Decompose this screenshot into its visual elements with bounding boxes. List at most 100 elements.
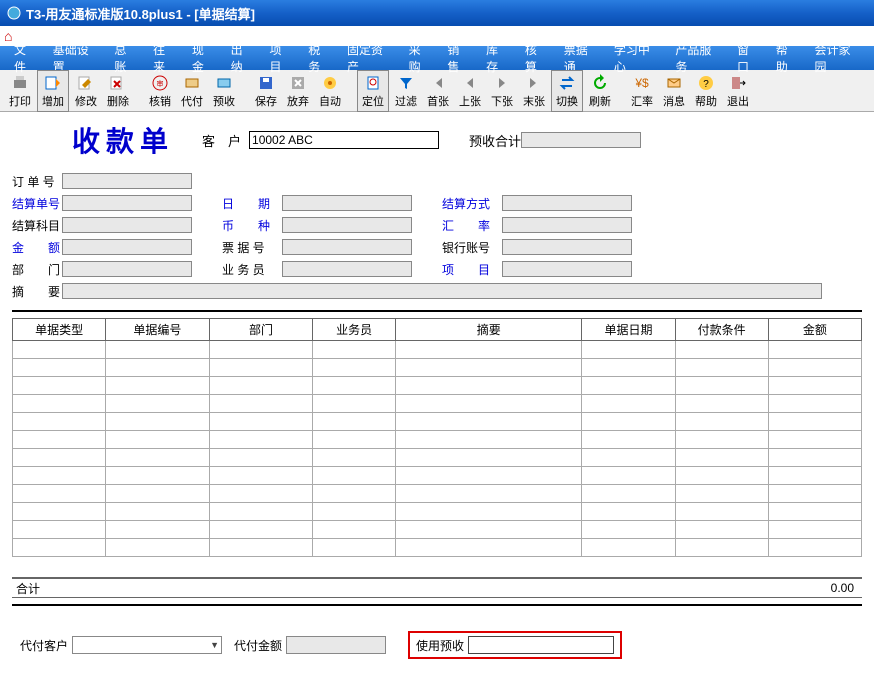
tb-help[interactable]: ?帮助 <box>691 71 721 111</box>
col-date[interactable]: 单据日期 <box>582 319 675 341</box>
svg-text:¥$: ¥$ <box>634 76 649 90</box>
lbl-bank-acct: 银行账号 <box>442 239 502 256</box>
data-table-wrap: 单据类型 单据编号 部门 业务员 摘要 单据日期 付款条件 金额 <box>12 318 862 578</box>
toolbar: 打印 增加 修改 删除 审核销 代付 预收 保存 放弃 自动 定位 过滤 首张 … <box>0 70 874 112</box>
tb-filter[interactable]: 过滤 <box>391 71 421 111</box>
prepay-total-input[interactable] <box>521 132 641 148</box>
prepay-total-label: 预收合计 <box>469 131 521 150</box>
table-row[interactable] <box>13 539 862 557</box>
tb-switch[interactable]: 切换 <box>551 70 583 112</box>
divider-2 <box>12 604 862 606</box>
lbl-settle-no: 结算单号 <box>12 195 62 212</box>
inp-operator[interactable] <box>282 261 412 277</box>
lbl-operator: 业 务 员 <box>222 261 282 278</box>
divider <box>12 310 862 312</box>
menu-home[interactable]: 会计家园 <box>807 39 869 77</box>
table-row[interactable] <box>13 341 862 359</box>
lbl-proxy-amt: 代付金额 <box>234 637 282 654</box>
total-label: 合计 <box>12 580 52 597</box>
table-row[interactable] <box>13 485 862 503</box>
lbl-settle-method: 结算方式 <box>442 195 502 212</box>
tb-delete[interactable]: 删除 <box>103 71 133 111</box>
inp-bill-no[interactable] <box>282 239 412 255</box>
col-operator[interactable]: 业务员 <box>313 319 396 341</box>
total-value: 0.00 <box>831 581 862 595</box>
table-row[interactable] <box>13 359 862 377</box>
table-body[interactable] <box>13 341 862 557</box>
table-row[interactable] <box>13 503 862 521</box>
menu-help[interactable]: 帮助 <box>768 39 807 77</box>
tb-msg[interactable]: 消息 <box>659 71 689 111</box>
inp-amount[interactable] <box>62 239 192 255</box>
tb-add[interactable]: 增加 <box>37 70 69 112</box>
tb-edit[interactable]: 修改 <box>71 71 101 111</box>
tb-first[interactable]: 首张 <box>423 71 453 111</box>
col-abstract[interactable]: 摘要 <box>396 319 582 341</box>
inp-abstract[interactable] <box>62 283 822 299</box>
inp-rate[interactable] <box>502 217 632 233</box>
svg-text:审: 审 <box>157 79 164 88</box>
svg-text:?: ? <box>703 79 709 90</box>
table-row[interactable] <box>13 377 862 395</box>
inp-project[interactable] <box>502 261 632 277</box>
tb-rate[interactable]: ¥$汇率 <box>627 71 657 111</box>
footer-row: 代付客户 ▼ 代付金额 使用预收 <box>12 632 862 658</box>
inp-settle-subj[interactable] <box>62 217 192 233</box>
lbl-use-prepay: 使用预收 <box>416 637 464 654</box>
data-table[interactable]: 单据类型 单据编号 部门 业务员 摘要 单据日期 付款条件 金额 <box>12 318 862 557</box>
lbl-proxy-cust: 代付客户 <box>20 637 68 654</box>
tb-discard[interactable]: 放弃 <box>283 71 313 111</box>
inp-use-prepay[interactable] <box>468 636 614 654</box>
total-row: 合计 0.00 <box>12 578 862 598</box>
tb-save[interactable]: 保存 <box>251 71 281 111</box>
inp-currency[interactable] <box>282 217 412 233</box>
lbl-date: 日 期 <box>222 195 282 212</box>
lbl-project: 项 目 <box>442 261 502 278</box>
col-type[interactable]: 单据类型 <box>13 319 106 341</box>
tb-prepay[interactable]: 预收 <box>209 71 239 111</box>
tb-exit[interactable]: 退出 <box>723 71 753 111</box>
col-dept[interactable]: 部门 <box>209 319 313 341</box>
lbl-bill-no: 票 据 号 <box>222 239 282 256</box>
col-payterm[interactable]: 付款条件 <box>675 319 768 341</box>
sel-proxy-cust[interactable]: ▼ <box>72 636 222 654</box>
highlight-box: 使用预收 <box>408 631 622 659</box>
tb-locate[interactable]: 定位 <box>357 70 389 112</box>
tb-last[interactable]: 末张 <box>519 71 549 111</box>
doc-header: 收款单 客 户 预收合计 <box>12 120 862 160</box>
window-title: T3-用友通标准版10.8plus1 - [单据结算] <box>26 4 255 23</box>
tb-verify[interactable]: 审核销 <box>145 71 175 111</box>
col-amount[interactable]: 金额 <box>768 319 861 341</box>
menubar: 文件 基础设置 总账 往来 现金 出纳 项目 税务 固定资产 采购 销售 库存 … <box>0 46 874 70</box>
inp-date[interactable] <box>282 195 412 211</box>
tb-print[interactable]: 打印 <box>5 71 35 111</box>
app-icon <box>6 5 22 21</box>
table-row[interactable] <box>13 413 862 431</box>
lbl-amount: 金 额 <box>12 239 62 256</box>
tb-prev[interactable]: 上张 <box>455 71 485 111</box>
table-row[interactable] <box>13 467 862 485</box>
titlebar: T3-用友通标准版10.8plus1 - [单据结算] <box>0 0 874 26</box>
tb-refresh[interactable]: 刷新 <box>585 71 615 111</box>
tb-next[interactable]: 下张 <box>487 71 517 111</box>
inp-settle-no[interactable] <box>62 195 192 211</box>
inp-settle-method[interactable] <box>502 195 632 211</box>
content-area: 收款单 客 户 预收合计 订 单 号 结算单号 日 期 结算方式 结算科目 币 … <box>0 112 874 662</box>
table-row[interactable] <box>13 449 862 467</box>
inp-order-no[interactable] <box>62 173 192 189</box>
lbl-dept: 部 门 <box>12 261 62 278</box>
lbl-order-no: 订 单 号 <box>12 173 62 190</box>
chevron-down-icon: ▼ <box>210 640 219 650</box>
inp-bank-acct[interactable] <box>502 239 632 255</box>
table-row[interactable] <box>13 395 862 413</box>
tb-proxy[interactable]: 代付 <box>177 71 207 111</box>
customer-input[interactable] <box>249 131 439 149</box>
table-row[interactable] <box>13 521 862 539</box>
tb-auto[interactable]: 自动 <box>315 71 345 111</box>
inp-dept[interactable] <box>62 261 192 277</box>
lbl-rate: 汇 率 <box>442 217 502 234</box>
lbl-settle-subj: 结算科目 <box>12 217 62 234</box>
col-docno[interactable]: 单据编号 <box>106 319 210 341</box>
inp-proxy-amt[interactable] <box>286 636 386 654</box>
table-row[interactable] <box>13 431 862 449</box>
